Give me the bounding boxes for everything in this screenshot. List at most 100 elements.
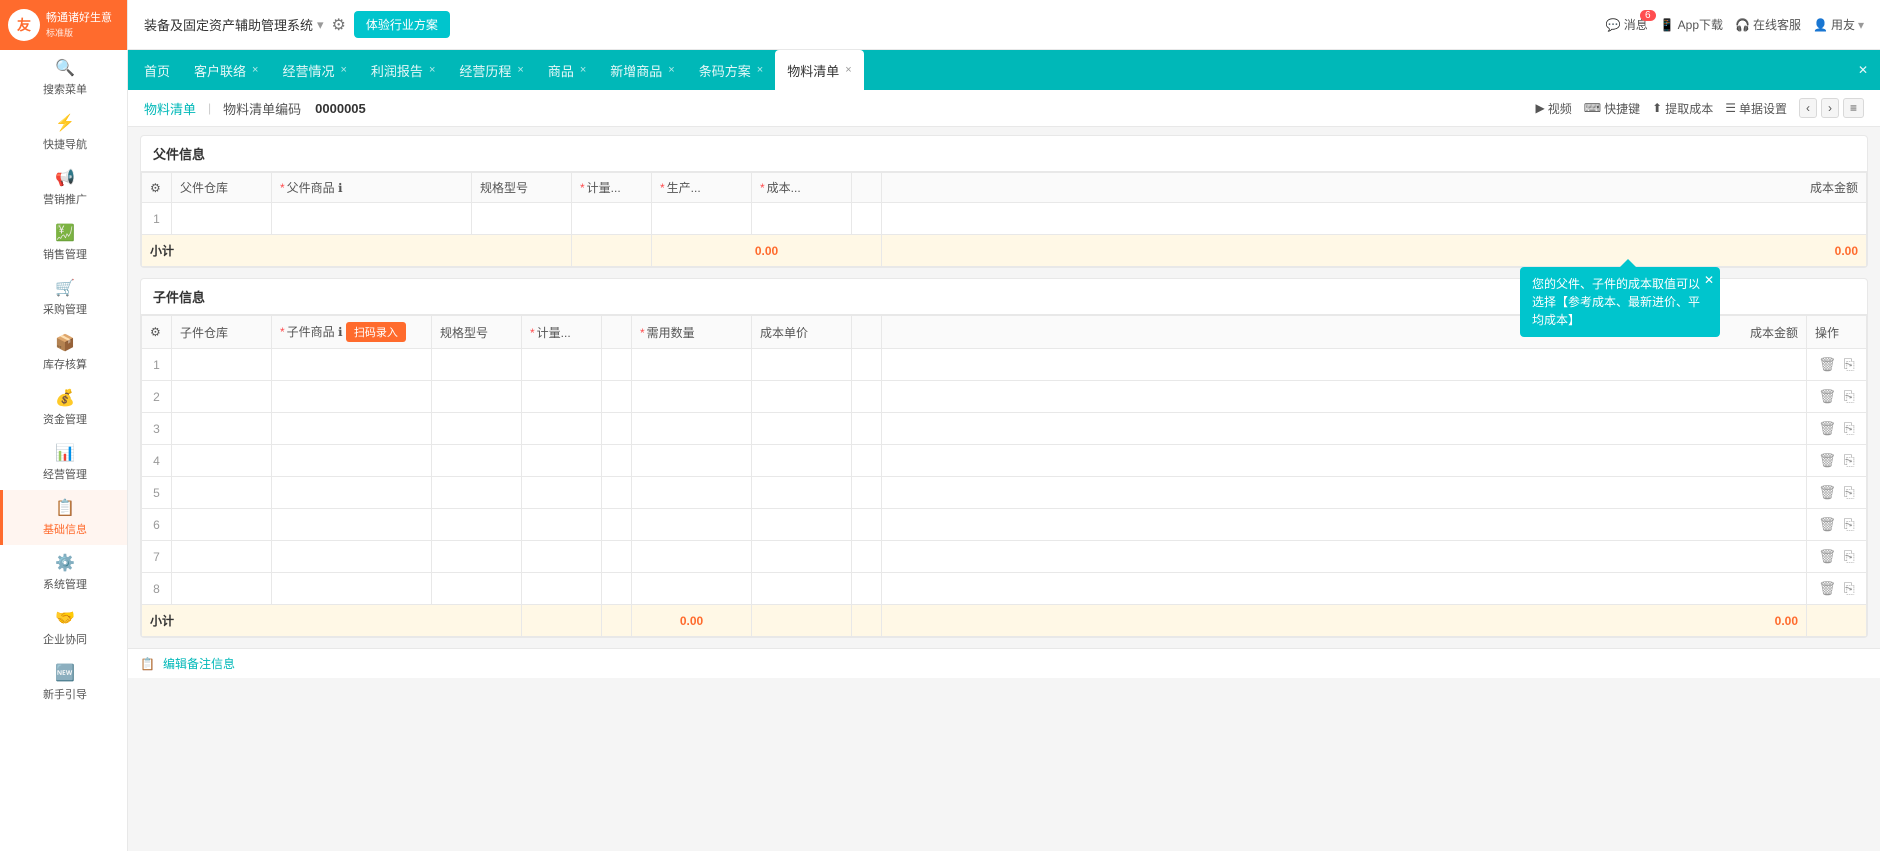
- close-bom-tab[interactable]: ×: [845, 64, 851, 76]
- nav-next-btn[interactable]: ›: [1821, 98, 1839, 118]
- parent-table: ⚙ 父件仓库 *父件商品 ℹ 规格型号 *计量... *生产... *成本...…: [141, 172, 1867, 267]
- single-setting-btn[interactable]: ☰ 单据设置: [1725, 100, 1787, 117]
- close-customer-tab[interactable]: ×: [252, 64, 258, 76]
- tab-add-product[interactable]: 新增商品 ×: [598, 50, 686, 90]
- child-warehouse-2[interactable]: [172, 381, 272, 413]
- delete-icon[interactable]: 🗑: [1818, 452, 1836, 468]
- delete-icon[interactable]: 🗑: [1818, 356, 1836, 372]
- shortcut-label: 快捷键: [1604, 100, 1640, 117]
- child-warehouse-1[interactable]: [172, 349, 272, 381]
- sidebar-item-system[interactable]: ⚙️ 系统管理: [0, 545, 127, 600]
- sidebar-label-sales: 销售管理: [43, 246, 87, 262]
- system-selector[interactable]: 装备及固定资产辅助管理系统 ▾: [144, 15, 324, 34]
- child-subtotal-quantity: 0.00: [632, 605, 752, 637]
- copy-icon[interactable]: ⎘: [1843, 452, 1854, 468]
- table-row: 7 🗑 ⎘: [142, 541, 1867, 573]
- tab-product[interactable]: 商品 ×: [536, 50, 598, 90]
- child-price-1[interactable]: [752, 349, 852, 381]
- sidebar-label-guide: 新手引导: [43, 686, 87, 702]
- child-spacer-1: [852, 349, 882, 381]
- parent-product-1[interactable]: [272, 203, 472, 235]
- footer-label[interactable]: 编辑备注信息: [163, 655, 235, 672]
- breadcrumb-bom[interactable]: 物料清单: [144, 99, 196, 118]
- trial-button[interactable]: 体验行业方案: [354, 11, 450, 38]
- sidebar-item-guide[interactable]: 🆕 新手引导: [0, 655, 127, 710]
- parent-subtotal-row: 小计 0.00 0.00: [142, 235, 1867, 267]
- child-actions-5: 🗑 ⎘: [1807, 477, 1867, 509]
- copy-icon[interactable]: ⎘: [1843, 388, 1854, 404]
- video-label: 视频: [1548, 100, 1572, 117]
- close-add-product-tab[interactable]: ×: [668, 64, 674, 76]
- child-spec-1[interactable]: [432, 349, 522, 381]
- message-button[interactable]: 💬 消息 6: [1606, 16, 1648, 33]
- delete-icon[interactable]: 🗑: [1818, 516, 1836, 532]
- table-row: 2 🗑 ⎘: [142, 381, 1867, 413]
- tab-profit[interactable]: 利润报告 ×: [359, 50, 447, 90]
- child-product-2[interactable]: [272, 381, 432, 413]
- parent-sort-1: [852, 203, 882, 235]
- user-menu[interactable]: 👤 用友 ▾: [1813, 16, 1864, 33]
- copy-icon[interactable]: ⎘: [1843, 548, 1854, 564]
- sidebar-item-marketing[interactable]: 📢 营销推广: [0, 160, 127, 215]
- delete-icon[interactable]: 🗑: [1818, 484, 1836, 500]
- sidebar-item-sales[interactable]: 💹 销售管理: [0, 215, 127, 270]
- delete-icon[interactable]: 🗑: [1818, 548, 1836, 564]
- delete-icon[interactable]: 🗑: [1818, 388, 1836, 404]
- video-btn[interactable]: ▶ 视频: [1536, 100, 1572, 117]
- child-unit-2[interactable]: [522, 381, 602, 413]
- delete-icon[interactable]: 🗑: [1818, 580, 1836, 596]
- child-quantity-2[interactable]: [632, 381, 752, 413]
- sidebar-item-search[interactable]: 🔍 搜索菜单: [0, 50, 127, 105]
- copy-icon[interactable]: ⎘: [1843, 420, 1854, 436]
- delete-icon[interactable]: 🗑: [1818, 420, 1836, 436]
- sidebar-item-collab[interactable]: 🤝 企业协同: [0, 600, 127, 655]
- scan-button[interactable]: 扫码录入: [346, 322, 406, 342]
- tab-operations-status[interactable]: 经营情况 ×: [270, 50, 358, 90]
- tab-bom[interactable]: 物料清单 ×: [775, 50, 863, 90]
- copy-icon[interactable]: ⎘: [1843, 356, 1854, 372]
- col-settings-child: ⚙: [142, 316, 172, 349]
- child-spec-2[interactable]: [432, 381, 522, 413]
- child-product-1[interactable]: [272, 349, 432, 381]
- settings-icon[interactable]: ⚙: [332, 15, 346, 35]
- parent-unit-1[interactable]: [572, 203, 652, 235]
- parent-warehouse-1[interactable]: [172, 203, 272, 235]
- copy-icon[interactable]: ⎘: [1843, 484, 1854, 500]
- tab-customer[interactable]: 客户联络 ×: [182, 50, 270, 90]
- search-icon: 🔍: [55, 58, 75, 78]
- system-icon: ⚙️: [55, 553, 75, 573]
- child-price-2[interactable]: [752, 381, 852, 413]
- close-barcode-tab[interactable]: ×: [757, 64, 763, 76]
- tooltip-close[interactable]: ✕: [1704, 271, 1714, 289]
- shortcut-btn[interactable]: ⌨ 快捷键: [1584, 100, 1640, 117]
- sidebar-item-inventory[interactable]: 📦 库存核算: [0, 325, 127, 380]
- sidebar-item-operations[interactable]: 📊 经营管理: [0, 435, 127, 490]
- sidebar-item-finance[interactable]: 💰 资金管理: [0, 380, 127, 435]
- close-all-tabs[interactable]: ✕: [1850, 63, 1876, 77]
- parent-cost-1[interactable]: [752, 203, 852, 235]
- sidebar-item-quicknav[interactable]: ⚡ 快捷导航: [0, 105, 127, 160]
- nav-menu-btn[interactable]: ≡: [1843, 98, 1864, 118]
- app-download-button[interactable]: 📱 App下载: [1660, 16, 1723, 33]
- copy-icon[interactable]: ⎘: [1843, 516, 1854, 532]
- close-biz-tab[interactable]: ×: [517, 64, 523, 76]
- tab-home[interactable]: 首页: [132, 50, 182, 90]
- close-ops-tab[interactable]: ×: [340, 64, 346, 76]
- parent-subtotal-label: 小计: [142, 235, 572, 267]
- tab-barcode[interactable]: 条码方案 ×: [687, 50, 775, 90]
- col-child-unit-price: 成本单价: [752, 316, 852, 349]
- parent-spec-1[interactable]: [472, 203, 572, 235]
- child-quantity-1[interactable]: [632, 349, 752, 381]
- child-unit-1[interactable]: [522, 349, 602, 381]
- parent-production-1[interactable]: [652, 203, 752, 235]
- online-service-button[interactable]: 🎧 在线客服: [1735, 16, 1801, 33]
- sidebar-item-basic[interactable]: 📋 基础信息: [0, 490, 127, 545]
- sidebar-item-purchase[interactable]: 🛒 采购管理: [0, 270, 127, 325]
- tab-biz-history[interactable]: 经营历程 ×: [447, 50, 535, 90]
- copy-icon[interactable]: ⎘: [1843, 580, 1854, 596]
- close-product-tab[interactable]: ×: [580, 64, 586, 76]
- close-profit-tab[interactable]: ×: [429, 64, 435, 76]
- tab-home-label: 首页: [144, 61, 170, 80]
- nav-prev-btn[interactable]: ‹: [1799, 98, 1817, 118]
- extract-cost-btn[interactable]: ⬆ 提取成本: [1652, 100, 1713, 117]
